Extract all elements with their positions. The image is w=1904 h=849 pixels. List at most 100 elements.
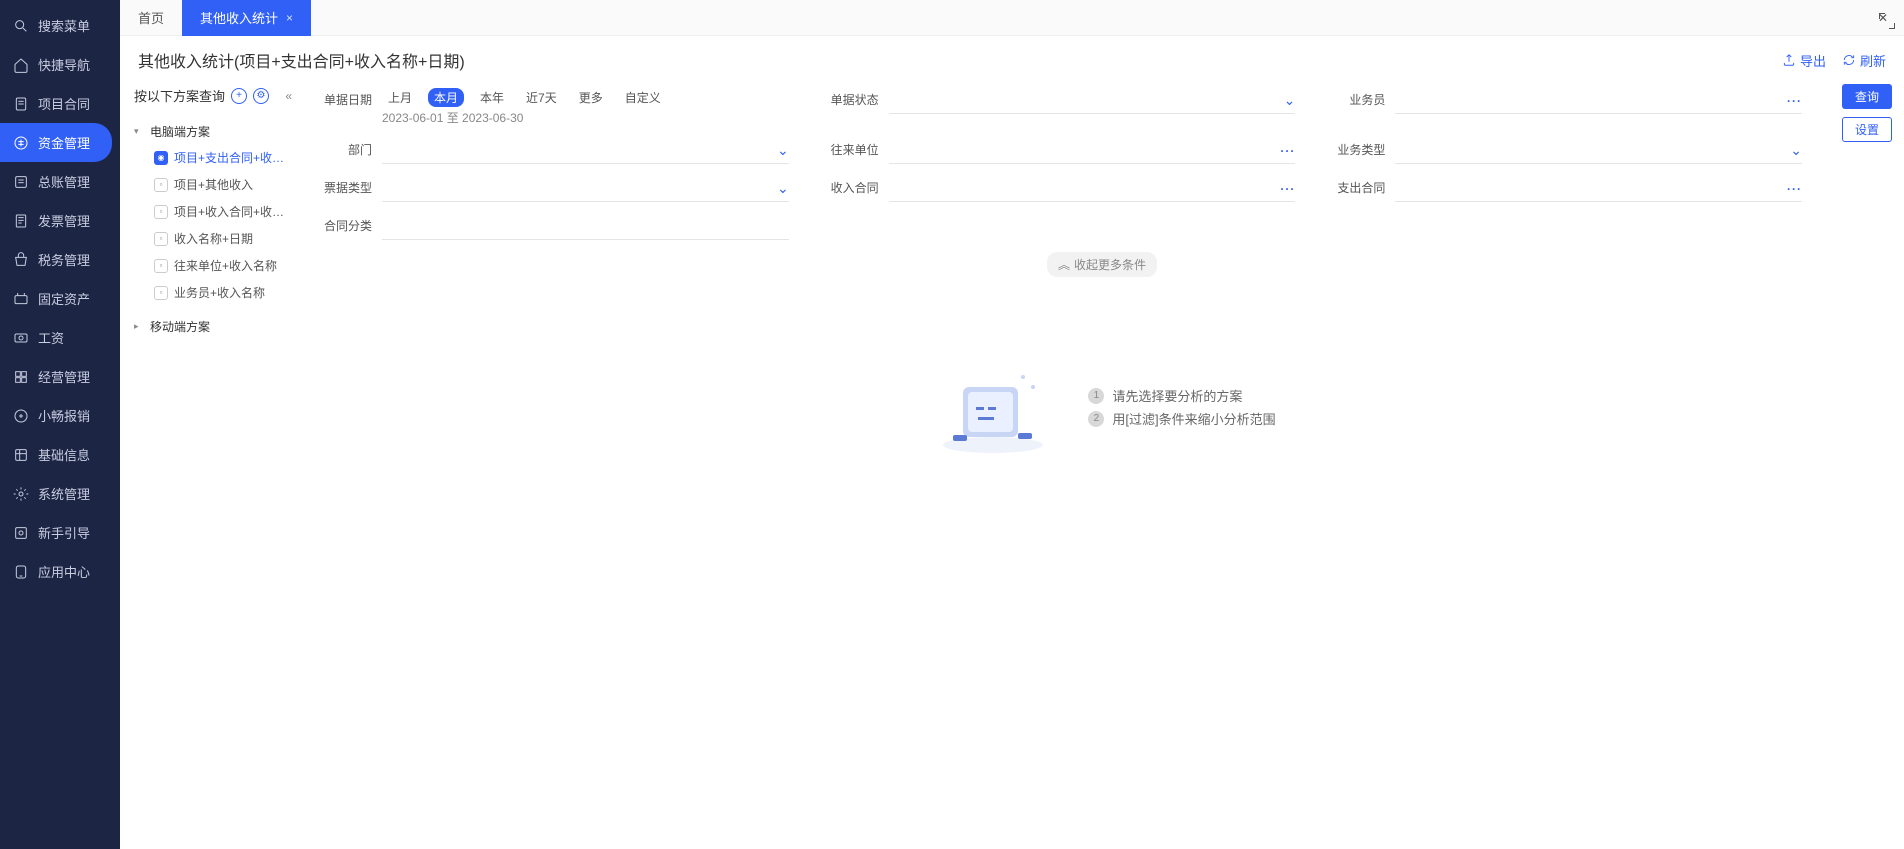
sidebar-item-label: 发票管理 — [38, 211, 90, 230]
sidebar-item-salary[interactable]: 工资 — [0, 318, 120, 357]
more-icon: ··· — [1280, 144, 1295, 158]
refresh-button[interactable]: 刷新 — [1842, 51, 1886, 70]
filter-input[interactable]: 上月本月本年近7天更多自定义2023-06-01 至 2023-06-30 — [382, 88, 789, 126]
export-button[interactable]: 导出 — [1782, 51, 1826, 70]
sidebar-item-label: 系统管理 — [38, 484, 90, 503]
collapse-scheme-icon[interactable]: « — [285, 89, 292, 103]
tree-item-label: 项目+收入合同+收入... — [174, 203, 294, 220]
refresh-label: 刷新 — [1860, 51, 1886, 70]
filter-select[interactable]: ⌄ — [1395, 138, 1802, 164]
sidebar-item-home[interactable]: 快捷导航 — [0, 45, 120, 84]
tab-label: 首页 — [138, 8, 164, 27]
date-range-option[interactable]: 近7天 — [520, 88, 563, 107]
tree-item-icon: ▫ — [154, 259, 168, 273]
tree-item-icon: ▫ — [154, 232, 168, 246]
filter-picker[interactable]: ··· — [889, 138, 1296, 164]
tab[interactable]: 其他收入统计× — [182, 0, 311, 36]
fullscreen-icon[interactable] — [1876, 10, 1898, 32]
more-icon: ··· — [1280, 182, 1295, 196]
settings-button[interactable]: 设置 — [1842, 117, 1892, 142]
tree-item-label: 往来单位+收入名称 — [174, 257, 277, 274]
filter-select[interactable]: ⌄ — [382, 176, 789, 202]
close-icon[interactable]: × — [286, 11, 293, 25]
filter-select[interactable]: ⌄ — [889, 88, 1296, 114]
sidebar-item-label: 小畅报销 — [38, 406, 90, 425]
chevron-up-icon: ︽ — [1058, 256, 1070, 273]
date-range-option[interactable]: 本月 — [428, 88, 464, 107]
sidebar-item-tax[interactable]: 税务管理 — [0, 240, 120, 279]
filter-cell: 票据类型 ⌄ — [312, 170, 819, 208]
collapse-label: 收起更多条件 — [1074, 256, 1146, 273]
sidebar-item-expense[interactable]: 小畅报销 — [0, 396, 120, 435]
filter-cell: 单据日期上月本月本年近7天更多自定义2023-06-01 至 2023-06-3… — [312, 82, 819, 132]
empty-steps: 1请先选择要分析的方案 2用[过滤]条件来缩小分析范围 — [1088, 382, 1275, 432]
filter-label: 合同分类 — [312, 214, 382, 234]
filter-label: 部门 — [312, 138, 382, 158]
filter-picker[interactable]: ··· — [1395, 176, 1802, 202]
empty-illustration — [928, 357, 1058, 457]
filter-cell: 收入合同 ··· — [819, 170, 1326, 208]
date-range-option[interactable]: 上月 — [382, 88, 418, 107]
filter-picker[interactable]: ··· — [889, 176, 1296, 202]
tree-item[interactable]: ▫ 往来单位+收入名称 — [134, 252, 300, 279]
collapse-filters-button[interactable]: ︽ 收起更多条件 — [1047, 252, 1157, 277]
filter-cell: 部门⌄ — [312, 132, 819, 170]
filter-label: 收入合同 — [819, 176, 889, 196]
manage-icon — [12, 368, 30, 386]
tree-item[interactable]: ▫ 项目+其他收入 — [134, 171, 300, 198]
tree-group[interactable]: ▾电脑端方案 — [134, 119, 300, 144]
chevron-down-icon: ⌄ — [777, 180, 789, 197]
filter-cell: 往来单位··· — [819, 132, 1326, 170]
sidebar-item-search[interactable]: 搜索菜单 — [0, 6, 120, 45]
tree-item-icon: ▫ — [154, 178, 168, 192]
sidebar-item-label: 工资 — [38, 328, 64, 347]
sidebar-item-system[interactable]: 系统管理 — [0, 474, 120, 513]
date-range-option[interactable]: 自定义 — [619, 88, 667, 107]
tree-item-icon: ▫ — [154, 286, 168, 300]
filter-input[interactable] — [382, 214, 789, 240]
sidebar-item-guide[interactable]: 新手引导 — [0, 513, 120, 552]
sidebar-item-label: 总账管理 — [38, 172, 90, 191]
sidebar-item-contract[interactable]: 项目合同 — [0, 84, 120, 123]
step-2-badge: 2 — [1088, 411, 1104, 427]
chevron-down-icon: ⌄ — [1790, 142, 1802, 159]
sidebar-item-manage[interactable]: 经营管理 — [0, 357, 120, 396]
sidebar-item-data[interactable]: 基础信息 — [0, 435, 120, 474]
query-button[interactable]: 查询 — [1842, 84, 1892, 109]
scheme-panel: 按以下方案查询 + ⚙ « ▾电脑端方案◉项目+支出合同+收入...▫项目+其他… — [120, 82, 300, 849]
filter-cell — [1325, 208, 1832, 246]
sidebar: 搜索菜单快捷导航项目合同资金管理总账管理发票管理税务管理固定资产工资经营管理小畅… — [0, 0, 120, 849]
main: 首页其他收入统计× ✕ 其他收入统计(项目+支出合同+收入名称+日期) 导出 刷… — [120, 0, 1904, 849]
tab-bar: 首页其他收入统计× ✕ — [120, 0, 1904, 36]
filter-label: 票据类型 — [312, 176, 382, 196]
scheme-settings-button[interactable]: ⚙ — [253, 88, 269, 104]
sidebar-item-asset[interactable]: 固定资产 — [0, 279, 120, 318]
date-range-option[interactable]: 更多 — [573, 88, 609, 107]
tree-item[interactable]: ▫收入名称+日期 — [134, 225, 300, 252]
tree-group[interactable]: ▸移动端方案 — [134, 314, 300, 339]
tree-item[interactable]: ▫业务员+收入名称 — [134, 279, 300, 306]
tab[interactable]: 首页 — [120, 0, 182, 36]
sidebar-item-label: 应用中心 — [38, 562, 90, 581]
caret-icon: ▾ — [134, 126, 146, 137]
sidebar-item-label: 经营管理 — [38, 367, 90, 386]
action-column: 查询 设置 — [1832, 82, 1892, 246]
filter-picker[interactable]: ··· — [1395, 88, 1802, 114]
salary-icon — [12, 329, 30, 347]
filter-select[interactable]: ⌄ — [382, 138, 789, 164]
sidebar-item-app[interactable]: 应用中心 — [0, 552, 120, 591]
search-icon — [12, 17, 30, 35]
invoice-icon — [12, 212, 30, 230]
page-title: 其他收入统计(项目+支出合同+收入名称+日期) — [138, 48, 465, 72]
tree-item-label: 项目+其他收入 — [174, 176, 253, 193]
date-range-option[interactable]: 本年 — [474, 88, 510, 107]
sidebar-item-label: 搜索菜单 — [38, 16, 90, 35]
sidebar-item-money[interactable]: 资金管理 — [0, 123, 112, 162]
tree-item-label: 项目+支出合同+收入... — [174, 149, 294, 166]
sidebar-item-invoice[interactable]: 发票管理 — [0, 201, 120, 240]
sidebar-item-ledger[interactable]: 总账管理 — [0, 162, 120, 201]
add-scheme-button[interactable]: + — [231, 88, 247, 104]
tree-item[interactable]: ▫项目+收入合同+收入... — [134, 198, 300, 225]
tree-item[interactable]: ◉项目+支出合同+收入... — [134, 144, 300, 171]
date-range-text: 2023-06-01 至 2023-06-30 — [382, 107, 789, 126]
